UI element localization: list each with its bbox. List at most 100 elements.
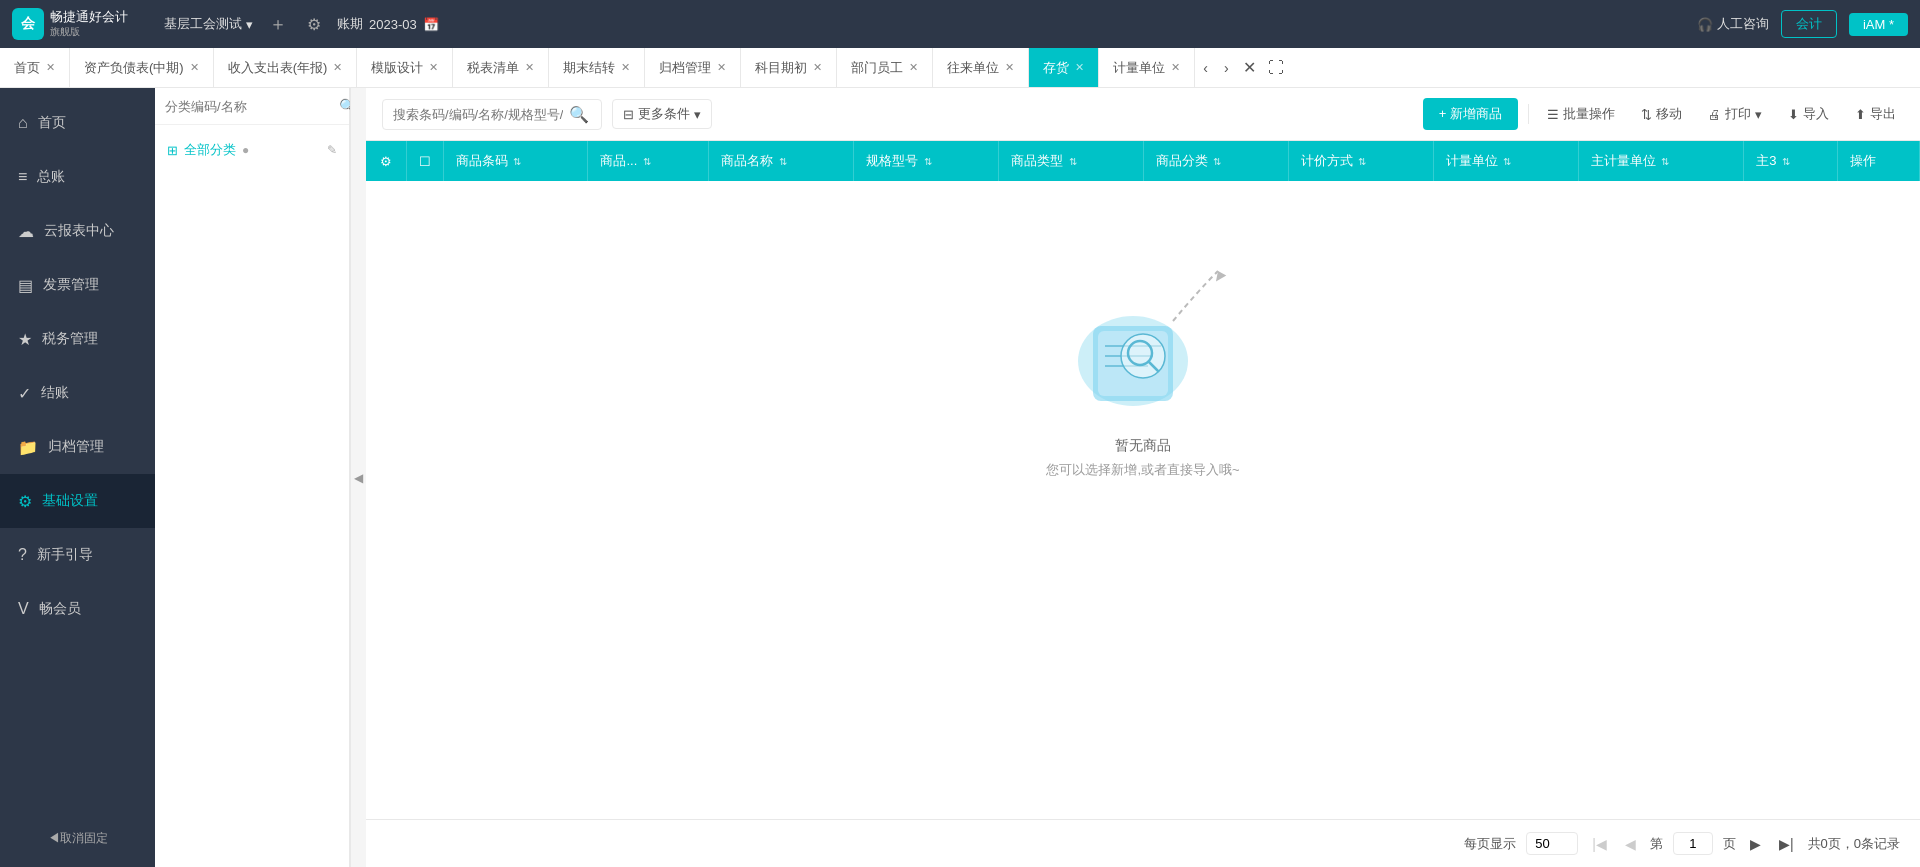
per-page-select[interactable]: 50 10 20 100	[1526, 832, 1578, 855]
iam-button[interactable]: iAM *	[1849, 13, 1908, 36]
tab-supplier[interactable]: 往来单位 ✕	[933, 48, 1029, 88]
human-service-button[interactable]: 🎧 人工咨询	[1697, 15, 1769, 33]
tab-archive-close[interactable]: ✕	[717, 61, 726, 74]
period-value: 2023-03	[369, 17, 417, 32]
tab-close-all-button[interactable]: ✕	[1237, 58, 1262, 77]
empty-illustration	[1043, 241, 1243, 421]
tab-template-close[interactable]: ✕	[429, 61, 438, 74]
th-price-method[interactable]: 计价方式 ⇅	[1288, 141, 1433, 181]
tab-income-label: 收入支出表(年报)	[228, 59, 328, 77]
main-search-icon[interactable]: 🔍	[569, 105, 589, 124]
account-button[interactable]: 会计	[1781, 10, 1837, 38]
sidebar-item-newbie[interactable]: ? 新手引导	[0, 528, 155, 582]
all-categories-item[interactable]: ⊞ 全部分类 ● ✎	[155, 133, 349, 167]
tab-taxclear[interactable]: 税表清单 ✕	[453, 48, 549, 88]
toolbar-divider-1	[1528, 104, 1529, 124]
ledger-icon: ≡	[18, 168, 27, 186]
sidebar-item-invoice[interactable]: ▤ 发票管理	[0, 258, 155, 312]
page-input[interactable]	[1673, 832, 1713, 855]
sort-arrows-spec: ⇅	[924, 156, 932, 167]
tab-supplier-close[interactable]: ✕	[1005, 61, 1014, 74]
logo-area: 会 畅捷通好会计 旗舰版	[12, 8, 152, 40]
page-next-button[interactable]: ▶	[1746, 836, 1765, 852]
export-button[interactable]: ⬆ 导出	[1847, 100, 1904, 128]
dropdown-arrow-icon: ▾	[246, 17, 253, 32]
tab-template[interactable]: 模版设计 ✕	[357, 48, 453, 88]
tab-balance-label: 资产负债表(中期)	[84, 59, 184, 77]
tab-next-button[interactable]: ›	[1216, 60, 1237, 76]
tab-prev-button[interactable]: ‹	[1195, 60, 1216, 76]
print-button[interactable]: 🖨 打印 ▾	[1700, 100, 1770, 128]
th-main-unit-label: 主计量单位	[1591, 153, 1656, 168]
page-first-button[interactable]: |◀	[1588, 836, 1611, 852]
sidebar-archive-label: 归档管理	[48, 438, 104, 456]
page-prev-button[interactable]: ◀	[1621, 836, 1640, 852]
more-conditions-label: 更多条件	[638, 105, 690, 123]
sidebar-bottom: ◀取消固定	[0, 810, 155, 867]
sidebar-item-archive[interactable]: 📁 归档管理	[0, 420, 155, 474]
th-col3[interactable]: 主3 ⇅	[1744, 141, 1838, 181]
tab-expand-button[interactable]: ⛶	[1262, 59, 1290, 77]
tab-home[interactable]: 首页 ✕	[0, 48, 70, 88]
content-area: 🔍 ⊞ 全部分类 ● ✎ ◀	[155, 88, 1920, 867]
tab-taxclear-close[interactable]: ✕	[525, 61, 534, 74]
tab-subject-init-close[interactable]: ✕	[813, 61, 822, 74]
th-main-unit[interactable]: 主计量单位 ⇅	[1578, 141, 1744, 181]
th-name[interactable]: 商品名称 ⇅	[709, 141, 854, 181]
sidebar-item-member[interactable]: V 畅会员	[0, 582, 155, 636]
tab-unit-close[interactable]: ✕	[1171, 61, 1180, 74]
sidebar-item-basic-settings[interactable]: ⚙ 基础设置	[0, 474, 155, 528]
tab-income-close[interactable]: ✕	[333, 61, 342, 74]
tab-balance[interactable]: 资产负债表(中期) ✕	[70, 48, 214, 88]
batch-op-button[interactable]: ☰ 批量操作	[1539, 100, 1623, 128]
tab-subject-init-label: 科目期初	[755, 59, 807, 77]
tab-period-end-close[interactable]: ✕	[621, 61, 630, 74]
newbie-icon: ?	[18, 546, 27, 564]
import-icon: ⬇	[1788, 107, 1799, 122]
tab-subject-init[interactable]: 科目期初 ✕	[741, 48, 837, 88]
main-search-input[interactable]	[393, 107, 563, 122]
sidebar-item-ledger[interactable]: ≡ 总账	[0, 150, 155, 204]
sort-arrows-main-unit: ⇅	[1661, 156, 1669, 167]
page-last-button[interactable]: ▶|	[1775, 836, 1798, 852]
add-product-button[interactable]: + 新增商品	[1423, 98, 1518, 130]
edit-icon[interactable]: ✎	[327, 143, 337, 157]
company-selector[interactable]: 基层工会测试 ▾	[164, 15, 253, 33]
th-category[interactable]: 商品分类 ⇅	[1143, 141, 1288, 181]
tab-inventory-close[interactable]: ✕	[1075, 61, 1084, 74]
tab-period-end[interactable]: 期末结转 ✕	[549, 48, 645, 88]
sidebar-item-home[interactable]: ⌂ 首页	[0, 96, 155, 150]
cancel-fixed-button[interactable]: ◀取消固定	[0, 822, 155, 855]
tab-home-close[interactable]: ✕	[46, 61, 55, 74]
settings-icon[interactable]: ⚙	[303, 15, 325, 34]
th-settings[interactable]: ⚙	[366, 141, 406, 181]
tab-balance-close[interactable]: ✕	[190, 61, 199, 74]
tab-inventory[interactable]: 存货 ✕	[1029, 48, 1099, 88]
sidebar-item-tax[interactable]: ★ 税务管理	[0, 312, 155, 366]
more-conditions-button[interactable]: ⊟ 更多条件 ▾	[612, 99, 712, 129]
sort-arrows-type: ⇅	[1069, 156, 1077, 167]
sidebar-member-label: 畅会员	[39, 600, 81, 618]
add-workspace-button[interactable]: ＋	[265, 12, 291, 36]
per-page-label: 每页显示	[1464, 835, 1516, 853]
left-panel-collapse-button[interactable]: ◀	[350, 88, 366, 867]
tab-dept-staff-close[interactable]: ✕	[909, 61, 918, 74]
tab-dept-staff[interactable]: 部门员工 ✕	[837, 48, 933, 88]
move-button[interactable]: ⇅ 移动	[1633, 100, 1690, 128]
import-button[interactable]: ⬇ 导入	[1780, 100, 1837, 128]
th-barcode[interactable]: 商品条码 ⇅	[443, 141, 588, 181]
sidebar-checkout-label: 结账	[41, 384, 69, 402]
th-unit[interactable]: 计量单位 ⇅	[1433, 141, 1578, 181]
calendar-icon[interactable]: 📅	[423, 17, 439, 32]
svg-marker-9	[1212, 269, 1226, 282]
sidebar-item-checkout[interactable]: ✓ 结账	[0, 366, 155, 420]
th-code[interactable]: 商品... ⇅	[588, 141, 709, 181]
tab-income[interactable]: 收入支出表(年报) ✕	[214, 48, 358, 88]
tab-archive[interactable]: 归档管理 ✕	[645, 48, 741, 88]
th-type[interactable]: 商品类型 ⇅	[998, 141, 1143, 181]
th-spec[interactable]: 规格型号 ⇅	[853, 141, 998, 181]
sidebar-item-report[interactable]: ☁ 云报表中心	[0, 204, 155, 258]
th-check[interactable]: ☐	[406, 141, 443, 181]
category-search-input[interactable]	[165, 99, 333, 114]
tab-unit[interactable]: 计量单位 ✕	[1099, 48, 1195, 88]
